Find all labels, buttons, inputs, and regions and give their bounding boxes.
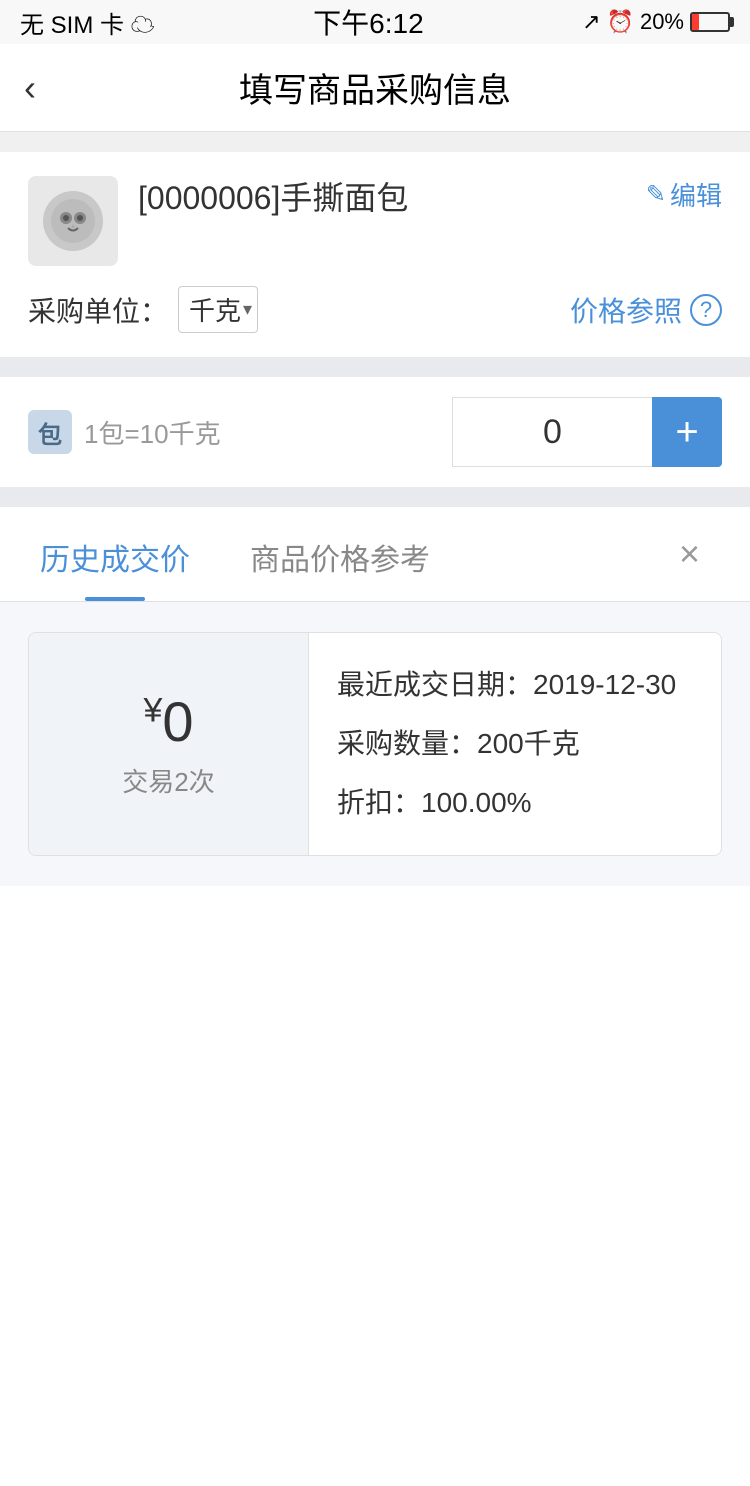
battery-fill xyxy=(692,14,699,30)
qty-input-group: + xyxy=(452,397,722,467)
unit-select[interactable]: 千克 xyxy=(178,286,258,333)
unit-label: 采购单位： 千克 xyxy=(28,286,258,333)
history-card: ¥0 交易2次 最近成交日期：2019-12-30 采购数量：200千克 折扣：… xyxy=(28,632,722,856)
divider-grey xyxy=(0,357,750,377)
bottom-area xyxy=(0,886,750,1486)
price-ref-help-icon: ? xyxy=(690,294,722,326)
tab-product-price-ref[interactable]: 商品价格参考 xyxy=(250,507,430,601)
qty-plus-button[interactable]: + xyxy=(652,397,722,467)
page-title: 填写商品采购信息 xyxy=(239,63,511,112)
price-ref-button[interactable]: 价格参照 ? xyxy=(570,290,722,330)
recent-date-row: 最近成交日期：2019-12-30 xyxy=(337,663,693,708)
owl-svg xyxy=(48,196,98,246)
product-left: [0000006]手撕面包 xyxy=(28,176,408,266)
discount-row: 折扣：100.00% xyxy=(337,781,693,826)
product-logo xyxy=(43,191,103,251)
product-thumbnail xyxy=(28,176,118,266)
divider-grey-2 xyxy=(0,487,750,507)
location-icon: ↗ xyxy=(582,9,600,35)
status-left: 无 SIM 卡 ☁ xyxy=(20,5,155,40)
help-symbol: ? xyxy=(700,297,712,323)
tabs-list: 历史成交价 商品价格参考 xyxy=(40,507,430,601)
qty-unit-badge: 包 xyxy=(28,410,72,454)
discount-value: 100.00% xyxy=(421,787,532,818)
history-right: 最近成交日期：2019-12-30 采购数量：200千克 折扣：100.00% xyxy=(309,633,721,855)
qty-unit-info: 包 1包=10千克 xyxy=(28,410,221,454)
edit-label: 编辑 xyxy=(670,176,722,213)
price-ref-label: 价格参照 xyxy=(570,290,682,330)
purchase-qty-label: 采购数量： xyxy=(337,728,477,759)
purchase-qty-value: 200千克 xyxy=(477,728,580,759)
qty-unit-conversion: 1包=10千克 xyxy=(84,414,221,451)
qty-input[interactable] xyxy=(452,397,652,467)
signal-text: 无 SIM 卡 ☁ xyxy=(20,5,155,40)
currency-symbol: ¥ xyxy=(143,692,162,730)
product-unit-row: 采购单位： 千克 价格参照 ? xyxy=(28,286,722,333)
discount-label: 折扣： xyxy=(337,787,421,818)
unit-label-text: 采购单位： xyxy=(28,290,168,330)
tabs-header: 历史成交价 商品价格参考 × xyxy=(0,507,750,602)
alarm-icon: ⏰ xyxy=(607,9,634,35)
product-header: [0000006]手撕面包 ✎ 编辑 xyxy=(28,176,722,266)
unit-select-wrapper[interactable]: 千克 xyxy=(178,286,258,333)
history-content: ¥0 交易2次 最近成交日期：2019-12-30 采购数量：200千克 折扣：… xyxy=(0,602,750,886)
quantity-row: 包 1包=10千克 + xyxy=(0,377,750,487)
history-price: ¥0 xyxy=(143,689,193,754)
edit-button[interactable]: ✎ 编辑 xyxy=(646,176,722,213)
recent-date-label: 最近成交日期： xyxy=(337,669,533,700)
product-name: [0000006]手撕面包 xyxy=(138,176,408,221)
tab-history-price[interactable]: 历史成交价 xyxy=(40,507,190,601)
nav-bar: ‹ 填写商品采购信息 xyxy=(0,44,750,132)
tabs-close-button[interactable]: × xyxy=(669,523,710,585)
recent-date-value: 2019-12-30 xyxy=(533,669,676,700)
status-time: 下午6:12 xyxy=(313,2,424,42)
price-value: 0 xyxy=(162,690,193,753)
status-right: ↗ ⏰ 20% xyxy=(582,9,730,35)
edit-icon: ✎ xyxy=(646,180,666,209)
status-bar: 无 SIM 卡 ☁ 下午6:12 ↗ ⏰ 20% xyxy=(0,0,750,44)
battery-percent: 20% xyxy=(640,9,684,35)
purchase-qty-row: 采购数量：200千克 xyxy=(337,722,693,767)
battery-icon xyxy=(690,12,730,32)
tabs-panel: 历史成交价 商品价格参考 × ¥0 交易2次 最近成交日期：2019-12-30… xyxy=(0,507,750,886)
trade-count: 交易2次 xyxy=(122,762,214,799)
product-card: [0000006]手撕面包 ✎ 编辑 采购单位： 千克 价格参照 ? xyxy=(0,152,750,357)
history-left: ¥0 交易2次 xyxy=(29,633,309,855)
back-button[interactable]: ‹ xyxy=(24,67,36,109)
product-info: [0000006]手撕面包 xyxy=(138,176,408,221)
